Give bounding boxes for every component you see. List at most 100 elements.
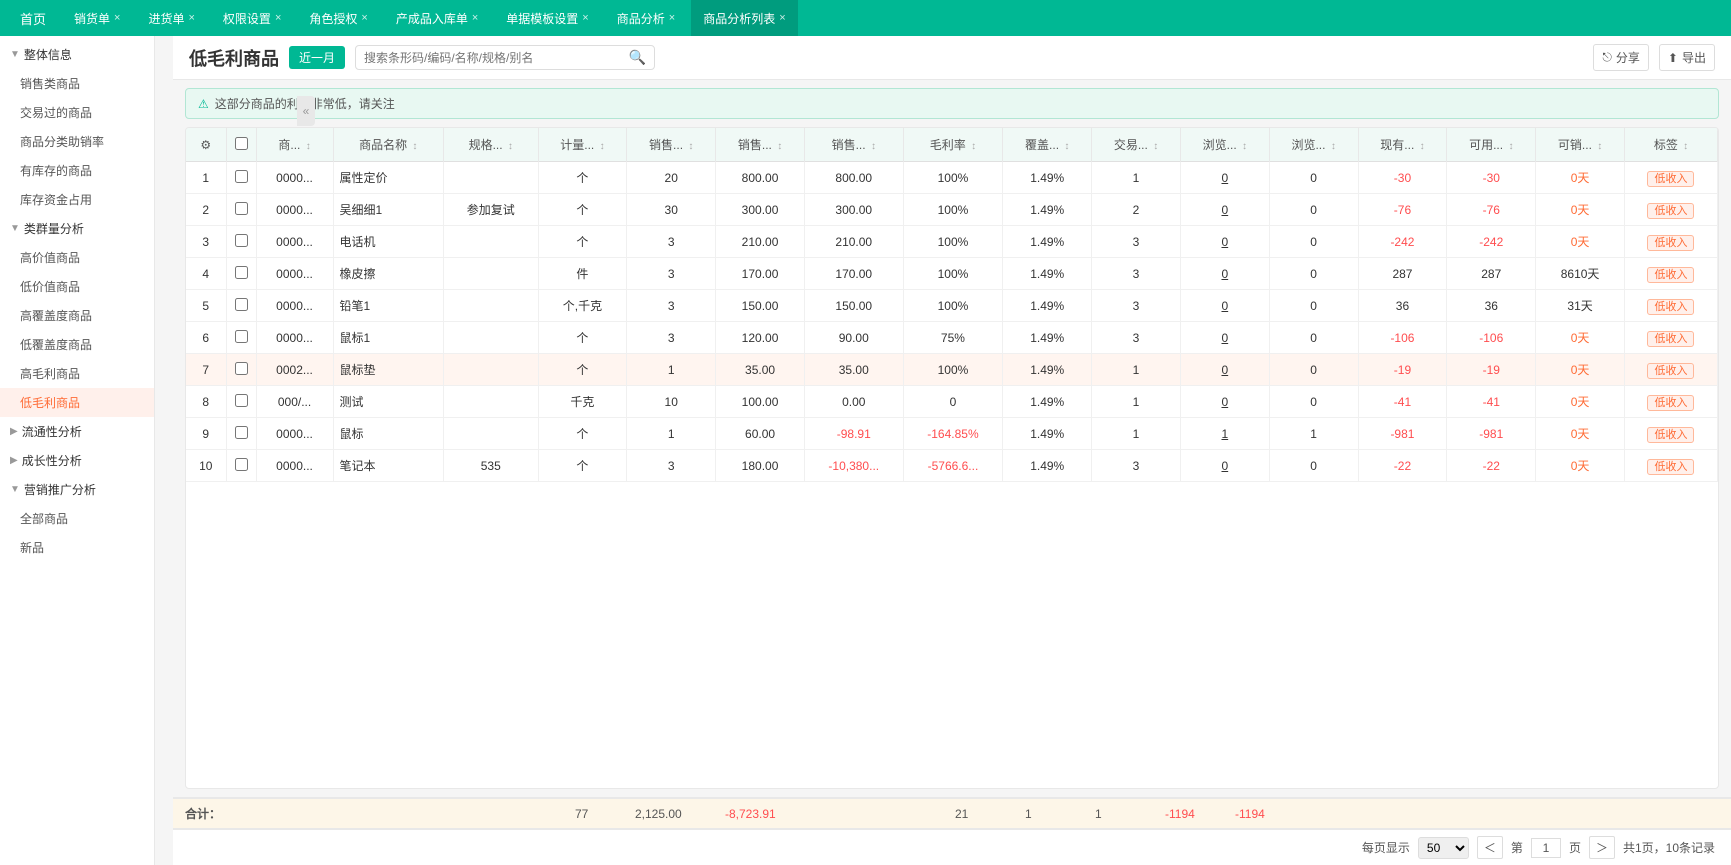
filter-recent-month-btn[interactable]: 近一月 [289, 46, 345, 69]
prev-page-btn[interactable]: ＜ [1477, 836, 1503, 859]
nav-sales-close[interactable]: × [114, 12, 120, 24]
nav-template[interactable]: 单据模板设置 × [494, 0, 600, 36]
cell-checkbox[interactable] [226, 162, 256, 194]
cell-view1[interactable]: 0 [1180, 194, 1269, 226]
row-checkbox[interactable] [235, 170, 248, 183]
cell-view1[interactable]: 0 [1180, 162, 1269, 194]
row-checkbox[interactable] [235, 266, 248, 279]
cell-name[interactable]: 电话机 [333, 226, 443, 258]
nav-product-entry[interactable]: 产成品入库单 × [384, 0, 490, 36]
row-checkbox[interactable] [235, 362, 248, 375]
cell-checkbox[interactable] [226, 258, 256, 290]
sidebar-collapse-btn[interactable]: « [297, 96, 315, 126]
row-checkbox[interactable] [235, 458, 248, 471]
per-page-select[interactable]: 50 20 100 [1418, 837, 1469, 859]
col-view2[interactable]: 浏览... ↕ [1269, 128, 1358, 162]
sidebar-group-circulation[interactable]: ▶ 流通性分析 [0, 417, 154, 446]
cell-checkbox[interactable] [226, 386, 256, 418]
cell-checkbox[interactable] [226, 354, 256, 386]
row-checkbox[interactable] [235, 202, 248, 215]
col-select-all[interactable] [226, 128, 256, 162]
nav-purchase[interactable]: 进货单 × [136, 0, 206, 36]
nav-goods-analysis-list[interactable]: 商品分析列表 × [691, 0, 797, 36]
cell-view1[interactable]: 0 [1180, 290, 1269, 322]
sidebar-item-high-margin[interactable]: 高毛利商品 [0, 359, 154, 388]
cell-name[interactable]: 测试 [333, 386, 443, 418]
sidebar-group-marketing[interactable]: ▼ 营销推广分析 [0, 475, 154, 504]
col-unit[interactable]: 计量... ↕ [538, 128, 627, 162]
row-checkbox[interactable] [235, 330, 248, 343]
nav-role-auth[interactable]: 角色授权 × [297, 0, 379, 36]
sidebar-group-overall[interactable]: ▼ 整体信息 [0, 40, 154, 69]
cell-name[interactable]: 铅笔1 [333, 290, 443, 322]
nav-home[interactable]: 首页 [8, 0, 58, 36]
cell-view1[interactable]: 0 [1180, 258, 1269, 290]
export-btn[interactable]: ⬆ 导出 [1659, 44, 1715, 71]
cell-checkbox[interactable] [226, 322, 256, 354]
nav-product-close[interactable]: × [472, 12, 478, 24]
sidebar-item-stock-fund[interactable]: 库存资金占用 [0, 185, 154, 214]
cell-name[interactable]: 鼠标 [333, 418, 443, 450]
cell-name[interactable]: 属性定价 [333, 162, 443, 194]
nav-purchase-close[interactable]: × [188, 12, 194, 24]
col-name[interactable]: 商品名称 ↕ [333, 128, 443, 162]
sidebar-item-traded-goods[interactable]: 交易过的商品 [0, 98, 154, 127]
cell-checkbox[interactable] [226, 450, 256, 482]
cell-name[interactable]: 鼠标垫 [333, 354, 443, 386]
search-input[interactable] [364, 51, 629, 65]
row-checkbox[interactable] [235, 394, 248, 407]
cell-view1[interactable]: 0 [1180, 386, 1269, 418]
sidebar-item-low-coverage[interactable]: 低覆盖度商品 [0, 330, 154, 359]
cell-name[interactable]: 橡皮擦 [333, 258, 443, 290]
col-sellable[interactable]: 可销... ↕ [1536, 128, 1625, 162]
col-trade[interactable]: 交易... ↕ [1092, 128, 1181, 162]
sidebar-group-cluster[interactable]: ▼ 类群量分析 [0, 214, 154, 243]
col-available[interactable]: 可用... ↕ [1447, 128, 1536, 162]
col-tag[interactable]: 标签 ↕ [1624, 128, 1717, 162]
nav-goods-close[interactable]: × [669, 12, 675, 24]
nav-sales[interactable]: 销货单 × [62, 0, 132, 36]
cell-view1[interactable]: 0 [1180, 322, 1269, 354]
cell-name[interactable]: 鼠标1 [333, 322, 443, 354]
cell-view1[interactable]: 1 [1180, 418, 1269, 450]
cell-checkbox[interactable] [226, 226, 256, 258]
nav-template-close[interactable]: × [582, 12, 588, 24]
cell-checkbox[interactable] [226, 418, 256, 450]
col-sales-profit[interactable]: 销售... ↕ [804, 128, 903, 162]
sidebar-group-growth[interactable]: ▶ 成长性分析 [0, 446, 154, 475]
col-spec[interactable]: 规格... ↕ [444, 128, 539, 162]
sidebar-item-high-value[interactable]: 高价值商品 [0, 243, 154, 272]
row-checkbox[interactable] [235, 234, 248, 247]
nav-role-close[interactable]: × [361, 12, 367, 24]
nav-permissions-close[interactable]: × [275, 12, 281, 24]
nav-list-close[interactable]: × [779, 12, 785, 24]
col-settings[interactable]: ⚙ [186, 128, 226, 162]
cell-checkbox[interactable] [226, 290, 256, 322]
col-current[interactable]: 现有... ↕ [1358, 128, 1447, 162]
col-sales-amount[interactable]: 销售... ↕ [716, 128, 805, 162]
sidebar-item-new-goods[interactable]: 新品 [0, 533, 154, 562]
select-all-checkbox[interactable] [235, 137, 248, 150]
cell-view1[interactable]: 0 [1180, 354, 1269, 386]
cell-view1[interactable]: 0 [1180, 450, 1269, 482]
col-coverage[interactable]: 覆盖... ↕ [1003, 128, 1092, 162]
sidebar-item-low-margin[interactable]: 低毛利商品 [0, 388, 154, 417]
col-view1[interactable]: 浏览... ↕ [1180, 128, 1269, 162]
nav-permissions[interactable]: 权限设置 × [211, 0, 293, 36]
col-code[interactable]: 商... ↕ [256, 128, 333, 162]
sidebar-item-in-stock[interactable]: 有库存的商品 [0, 156, 154, 185]
sidebar-item-sales-goods[interactable]: 销售类商品 [0, 69, 154, 98]
next-page-btn[interactable]: ＞ [1589, 836, 1615, 859]
cell-checkbox[interactable] [226, 194, 256, 226]
cell-name[interactable]: 吴细细1 [333, 194, 443, 226]
sidebar-item-category-rate[interactable]: 商品分类助销率 [0, 127, 154, 156]
sidebar-item-high-coverage[interactable]: 高覆盖度商品 [0, 301, 154, 330]
row-checkbox[interactable] [235, 426, 248, 439]
search-icon[interactable]: 🔍 [629, 49, 646, 66]
share-btn[interactable]: ⎋ 分享 [1593, 44, 1649, 71]
col-sales-qty[interactable]: 销售... ↕ [627, 128, 716, 162]
col-gross-rate[interactable]: 毛利率 ↕ [903, 128, 1003, 162]
nav-goods-analysis[interactable]: 商品分析 × [605, 0, 687, 36]
row-checkbox[interactable] [235, 298, 248, 311]
sidebar-item-all-goods[interactable]: 全部商品 [0, 504, 154, 533]
